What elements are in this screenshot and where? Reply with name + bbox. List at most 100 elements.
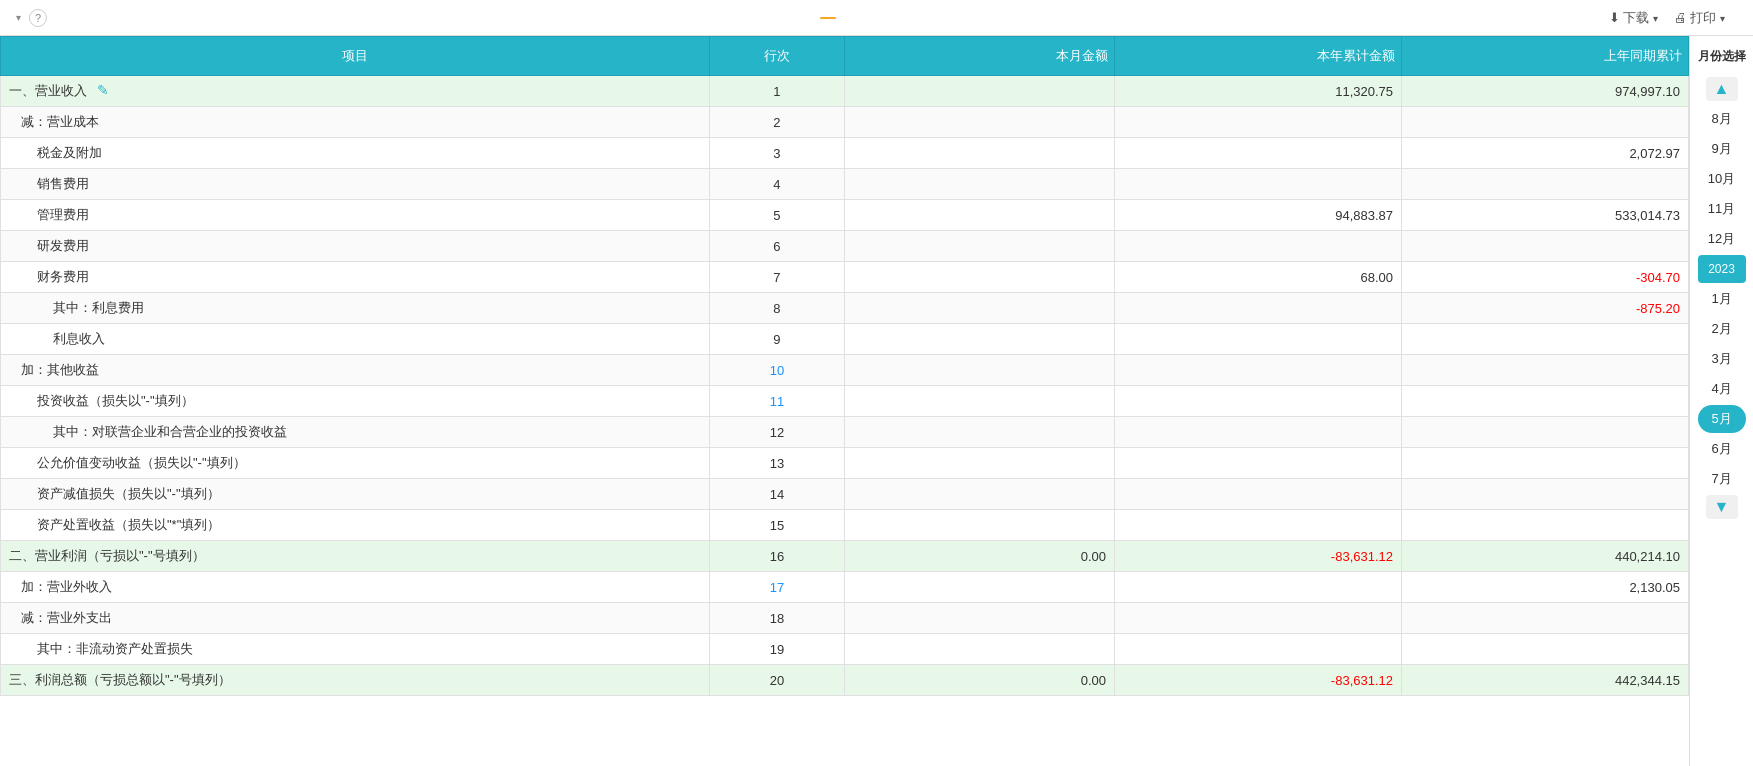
cell-item: 加：营业外收入 <box>1 572 710 603</box>
cell-line[interactable]: 17 <box>709 572 844 603</box>
sidebar-down-button[interactable]: ▼ <box>1706 495 1738 519</box>
cell-prev: 440,214.10 <box>1402 541 1689 572</box>
cell-prev <box>1402 107 1689 138</box>
sidebar-up-button[interactable]: ▲ <box>1706 77 1738 101</box>
month-item[interactable]: 12月 <box>1698 225 1746 253</box>
cell-year <box>1115 107 1402 138</box>
cell-line: 8 <box>709 293 844 324</box>
month-item[interactable]: 8月 <box>1698 105 1746 133</box>
cell-month <box>844 355 1114 386</box>
cell-month <box>844 200 1114 231</box>
month-item[interactable]: 7月 <box>1698 465 1746 493</box>
cell-month <box>844 107 1114 138</box>
cell-year <box>1115 603 1402 634</box>
cell-prev <box>1402 603 1689 634</box>
cell-item: 税金及附加 <box>1 138 710 169</box>
header-month: 本月金额 <box>844 37 1114 76</box>
month-item[interactable]: 2月 <box>1698 315 1746 343</box>
table-row: 财务费用768.00-304.70 <box>1 262 1689 293</box>
table-row: 销售费用4 <box>1 169 1689 200</box>
month-item[interactable]: 9月 <box>1698 135 1746 163</box>
profit-table: 项目 行次 本月金额 本年累计金额 上年同期累计 一、营业收入 ✎111,320… <box>0 36 1689 696</box>
month-item[interactable]: 11月 <box>1698 195 1746 223</box>
edit-icon[interactable]: ✎ <box>97 82 109 98</box>
table-row: 加：其他收益10 <box>1 355 1689 386</box>
cell-month <box>844 231 1114 262</box>
print-button[interactable]: 🖨 打印 ▾ <box>1674 9 1725 27</box>
cell-year: 94,883.87 <box>1115 200 1402 231</box>
help-icon[interactable]: ? <box>29 9 47 27</box>
table-row: 资产减值损失（损失以"-"填列）14 <box>1 479 1689 510</box>
cell-line: 20 <box>709 665 844 696</box>
cell-year <box>1115 138 1402 169</box>
cell-item: 加：其他收益 <box>1 355 710 386</box>
month-item[interactable]: 6月 <box>1698 435 1746 463</box>
table-row: 减：营业外支出18 <box>1 603 1689 634</box>
cell-year: -83,631.12 <box>1115 665 1402 696</box>
top-bar-center <box>804 17 836 19</box>
header-line: 行次 <box>709 37 844 76</box>
cell-prev: 2,072.97 <box>1402 138 1689 169</box>
cell-line: 12 <box>709 417 844 448</box>
table-row: 减：营业成本2 <box>1 107 1689 138</box>
table-row: 三、利润总额（亏损总额以"-"号填列）200.00-83,631.12442,3… <box>1 665 1689 696</box>
main-container: 项目 行次 本月金额 本年累计金额 上年同期累计 一、营业收入 ✎111,320… <box>0 36 1753 766</box>
download-button[interactable]: ⬇ 下载 ▾ <box>1609 9 1658 27</box>
cell-prev <box>1402 169 1689 200</box>
cell-line: 19 <box>709 634 844 665</box>
all-dropdown[interactable]: ▾ <box>12 12 21 23</box>
table-row: 二、营业利润（亏损以"-"号填列）160.00-83,631.12440,214… <box>1 541 1689 572</box>
cell-item: 资产处置收益（损失以"*"填列） <box>1 510 710 541</box>
cell-item: 三、利润总额（亏损总额以"-"号填列） <box>1 665 710 696</box>
cell-line: 5 <box>709 200 844 231</box>
cell-year <box>1115 355 1402 386</box>
cell-item: 利息收入 <box>1 324 710 355</box>
cell-month <box>844 138 1114 169</box>
dropdown-arrow-icon: ▾ <box>16 12 21 23</box>
cell-prev <box>1402 510 1689 541</box>
cell-month <box>844 386 1114 417</box>
sidebar-title: 月份选择 <box>1696 44 1748 69</box>
month-item-active[interactable]: 5月 <box>1698 405 1746 433</box>
cell-item: 公允价值变动收益（损失以"-"填列） <box>1 448 710 479</box>
header-item: 项目 <box>1 37 710 76</box>
cell-year <box>1115 169 1402 200</box>
cell-prev <box>1402 324 1689 355</box>
cell-line: 14 <box>709 479 844 510</box>
cell-item: 其中：利息费用 <box>1 293 710 324</box>
cell-month: 0.00 <box>844 541 1114 572</box>
cell-month <box>844 572 1114 603</box>
cell-prev <box>1402 386 1689 417</box>
cell-line: 15 <box>709 510 844 541</box>
month-item[interactable]: 2023 <box>1698 255 1746 283</box>
table-row: 其中：对联营企业和合营企业的投资收益12 <box>1 417 1689 448</box>
cell-year <box>1115 572 1402 603</box>
cell-item: 减：营业外支出 <box>1 603 710 634</box>
cell-year <box>1115 417 1402 448</box>
cell-prev <box>1402 417 1689 448</box>
header-prev: 上年同期累计 <box>1402 37 1689 76</box>
month-item[interactable]: 1月 <box>1698 285 1746 313</box>
cell-year <box>1115 510 1402 541</box>
badge-unprocessed[interactable] <box>820 17 836 19</box>
cell-year <box>1115 448 1402 479</box>
cell-line[interactable]: 11 <box>709 386 844 417</box>
header-year: 本年累计金额 <box>1115 37 1402 76</box>
month-item[interactable]: 10月 <box>1698 165 1746 193</box>
cell-line: 6 <box>709 231 844 262</box>
cell-line[interactable]: 10 <box>709 355 844 386</box>
month-item[interactable]: 4月 <box>1698 375 1746 403</box>
top-bar-right: ⬇ 下载 ▾ 🖨 打印 ▾ <box>1593 9 1741 27</box>
table-row: 管理费用5 94,883.87533,014.73 <box>1 200 1689 231</box>
cell-item: 管理费用 <box>1 200 710 231</box>
cell-prev <box>1402 448 1689 479</box>
cell-month <box>844 479 1114 510</box>
cell-month <box>844 293 1114 324</box>
table-row: 资产处置收益（损失以"*"填列）15 <box>1 510 1689 541</box>
cell-year <box>1115 293 1402 324</box>
cell-item: 二、营业利润（亏损以"-"号填列） <box>1 541 710 572</box>
month-item[interactable]: 3月 <box>1698 345 1746 373</box>
table-row: 其中：非流动资产处置损失19 <box>1 634 1689 665</box>
cell-year: 11,320.75 <box>1115 76 1402 107</box>
cell-prev: 533,014.73 <box>1402 200 1689 231</box>
